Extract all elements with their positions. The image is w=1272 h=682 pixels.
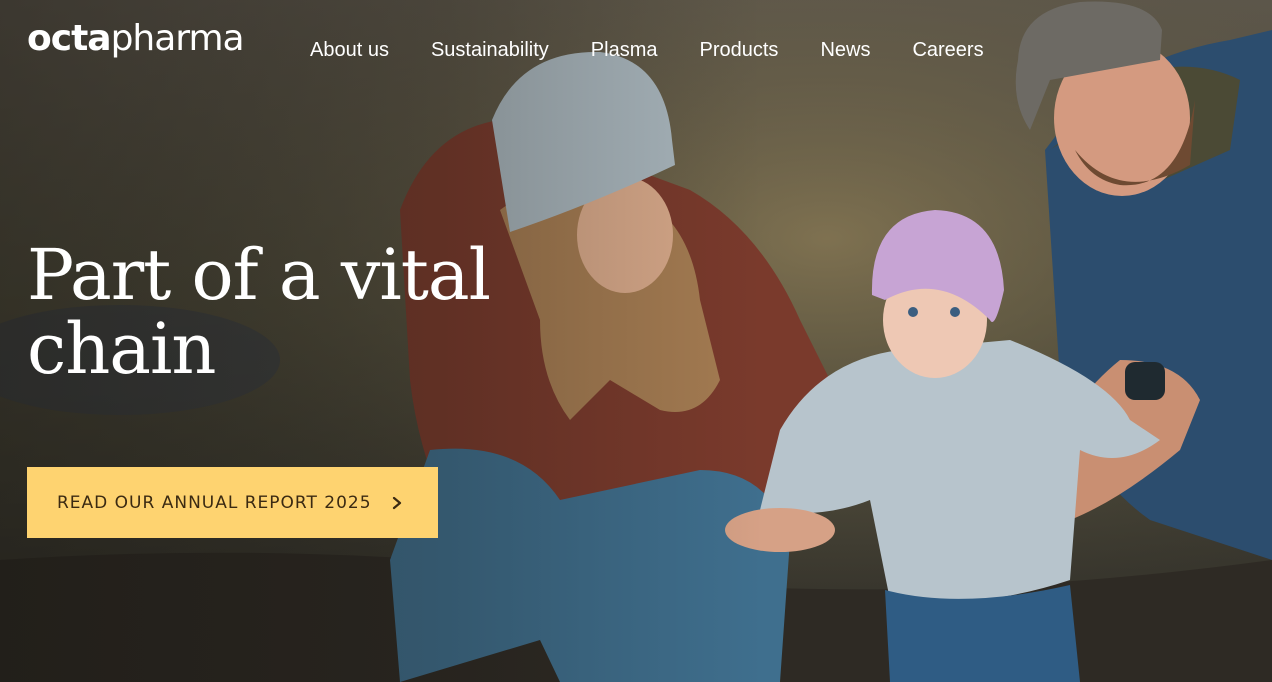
nav-item-plasma[interactable]: Plasma bbox=[591, 36, 658, 64]
annual-report-button[interactable]: READ OUR ANNUAL REPORT 2025 bbox=[27, 467, 438, 538]
nav-item-sustainability[interactable]: Sustainability bbox=[431, 36, 549, 64]
nav-item-products[interactable]: Products bbox=[700, 36, 779, 64]
nav-item-careers[interactable]: Careers bbox=[912, 36, 983, 64]
logo-wordmark-light: pharma bbox=[110, 18, 245, 59]
octapharma-logo[interactable]: octa pharma bbox=[27, 18, 245, 66]
nav-item-news[interactable]: News bbox=[820, 36, 870, 64]
hero-headline: Part of a vital chain bbox=[27, 234, 491, 390]
hero-section: octa pharma About us Sustainability Plasm… bbox=[0, 0, 1272, 682]
logo-wordmark-bold: octa bbox=[27, 18, 112, 59]
nav-item-about-us[interactable]: About us bbox=[310, 36, 389, 64]
chevron-right-icon bbox=[392, 496, 401, 509]
site-header: octa pharma About us Sustainability Plasm… bbox=[0, 0, 1272, 100]
main-navigation: About us Sustainability Plasma Products … bbox=[310, 36, 1026, 64]
annual-report-button-label: READ OUR ANNUAL REPORT 2025 bbox=[57, 492, 372, 513]
